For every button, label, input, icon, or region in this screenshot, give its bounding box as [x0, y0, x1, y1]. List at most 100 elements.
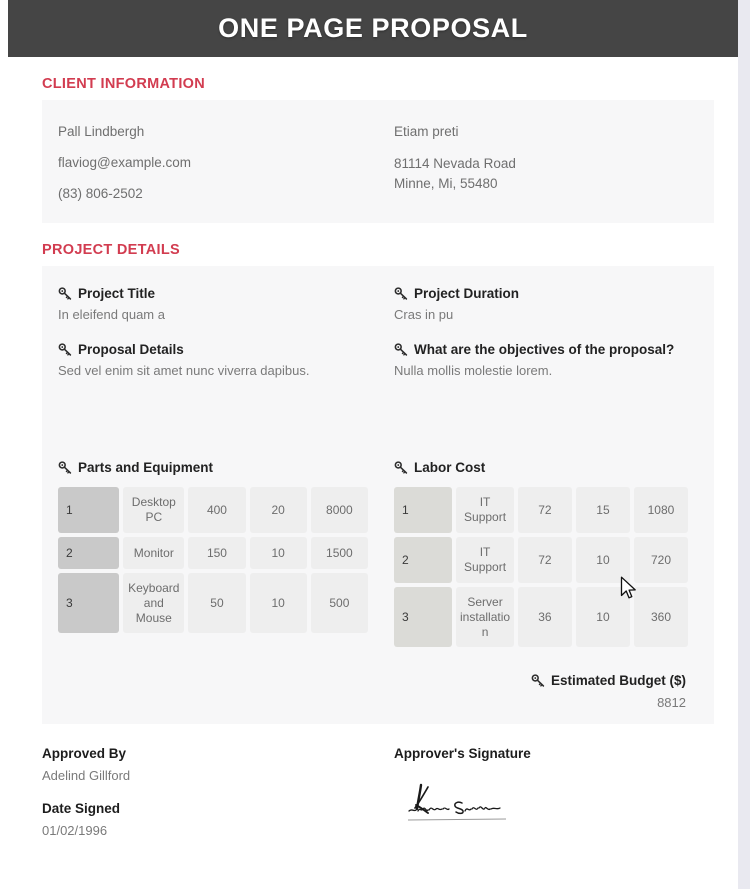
field-label: What are the objectives of the proposal?	[394, 342, 688, 357]
table-row[interactable]: 3 Keyboard and Mouse 50 10 500	[58, 573, 368, 633]
row-index[interactable]: 1	[58, 487, 120, 533]
row-item[interactable]: Desktop PC	[123, 487, 185, 533]
client-right-column: Etiam preti 81114 Nevada Road Minne, Mi,…	[378, 116, 698, 209]
table-row[interactable]: 2 Monitor 150 10 1500	[58, 537, 368, 569]
field-project-title: Project Title In eleifend quam a	[58, 286, 368, 322]
estimated-budget: Estimated Budget ($) 8812	[394, 673, 688, 710]
client-address-line1: 81114 Nevada Road	[394, 156, 516, 171]
project-details-heading: PROJECT DETAILS	[42, 242, 180, 258]
row-unit-price[interactable]: 400	[188, 487, 246, 533]
client-left-column: Pall Lindbergh flaviog@example.com (83) …	[58, 116, 378, 209]
field-value: In eleifend quam a	[58, 307, 165, 322]
client-name: Pall Lindbergh	[58, 124, 145, 139]
field-value: Nulla mollis molestie lorem.	[394, 363, 553, 378]
table-row[interactable]: 1 Desktop PC 400 20 8000	[58, 487, 368, 533]
field-label-text: Project Duration	[414, 286, 520, 301]
row-hours[interactable]: 10	[575, 537, 630, 583]
row-item[interactable]: IT Support	[456, 537, 514, 583]
field-label: Proposal Details	[58, 342, 368, 357]
client-address-line2: Minne, Mi, 55480	[394, 176, 498, 191]
client-phone: (83) 806-2502	[58, 186, 143, 201]
key-icon	[394, 342, 409, 357]
approved-by-label: Approved By	[42, 746, 127, 761]
page-title: ONE PAGE PROPOSAL	[218, 13, 528, 43]
date-signed-label: Date Signed	[42, 801, 121, 816]
labor-table: 1 IT Support 72 15 1080 2 IT Support 72 …	[394, 487, 688, 647]
key-icon	[531, 673, 546, 688]
row-total[interactable]: 8000	[310, 487, 368, 533]
row-rate[interactable]: 72	[517, 537, 572, 583]
labor-cost-block: Labor Cost 1 IT Support 72 15 1080 2 IT …	[378, 460, 698, 710]
field-value: Sed vel enim sit amet nunc viverra dapib…	[58, 363, 310, 378]
project-right-column: Project Duration Cras in pu What are the…	[378, 282, 698, 398]
estimated-budget-label-text: Estimated Budget ($)	[550, 673, 686, 688]
row-unit-price[interactable]: 50	[188, 573, 246, 633]
labor-table-title: Labor Cost	[394, 460, 688, 475]
key-icon	[394, 460, 409, 475]
key-icon	[58, 286, 73, 301]
table-row[interactable]: 2 IT Support 72 10 720	[394, 537, 688, 583]
row-hours[interactable]: 10	[575, 587, 630, 647]
key-icon	[394, 286, 409, 301]
row-item[interactable]: IT Support	[456, 487, 514, 533]
signature-column: Approver's Signature	[378, 746, 714, 856]
client-information-heading: CLIENT INFORMATION	[42, 76, 206, 92]
row-hours[interactable]: 15	[575, 487, 630, 533]
row-item[interactable]: Server installation	[456, 587, 514, 647]
field-label: Project Duration	[394, 286, 688, 301]
row-item[interactable]: Keyboard and Mouse	[123, 573, 185, 633]
row-total[interactable]: 360	[633, 587, 688, 647]
row-quantity[interactable]: 20	[249, 487, 307, 533]
field-proposal-details: Proposal Details Sed vel enim sit amet n…	[58, 342, 368, 378]
row-rate[interactable]: 72	[517, 487, 572, 533]
row-item[interactable]: Monitor	[123, 537, 185, 569]
row-index[interactable]: 3	[58, 573, 120, 633]
row-index[interactable]: 2	[58, 537, 120, 569]
row-total[interactable]: 1500	[310, 537, 368, 569]
parts-table: 1 Desktop PC 400 20 8000 2 Monitor 150 1…	[58, 487, 368, 633]
project-details-panel: Project Title In eleifend quam a Proposa…	[42, 266, 714, 724]
estimated-budget-value: 8812	[657, 695, 686, 710]
field-value: Cras in pu	[394, 307, 454, 322]
key-icon	[58, 460, 73, 475]
row-quantity[interactable]: 10	[249, 573, 307, 633]
estimated-budget-label: Estimated Budget ($)	[394, 673, 686, 688]
row-rate[interactable]: 36	[517, 587, 572, 647]
field-label-text: Proposal Details	[78, 342, 184, 357]
field-objectives: What are the objectives of the proposal?…	[394, 342, 688, 378]
row-total[interactable]: 500	[310, 573, 368, 633]
row-total[interactable]: 1080	[633, 487, 688, 533]
parts-and-equipment-block: Parts and Equipment 1 Desktop PC 400 20 …	[58, 460, 378, 710]
client-company: Etiam preti	[394, 124, 459, 139]
row-unit-price[interactable]: 150	[188, 537, 246, 569]
field-label: Project Title	[58, 286, 368, 301]
client-information-panel: Pall Lindbergh flaviog@example.com (83) …	[42, 100, 714, 223]
key-icon	[58, 342, 73, 357]
parts-table-title-text: Parts and Equipment	[78, 460, 214, 475]
row-index[interactable]: 1	[394, 487, 453, 533]
parts-table-title: Parts and Equipment	[58, 460, 368, 475]
proposal-page: ONE PAGE PROPOSAL CLIENT INFORMATION Pal…	[0, 0, 750, 889]
project-left-column: Project Title In eleifend quam a Proposa…	[58, 282, 378, 398]
row-quantity[interactable]: 10	[249, 537, 307, 569]
document-header: ONE PAGE PROPOSAL	[8, 0, 738, 57]
table-row[interactable]: 3 Server installation 36 10 360	[394, 587, 688, 647]
document-body: ONE PAGE PROPOSAL CLIENT INFORMATION Pal…	[8, 0, 738, 889]
row-total[interactable]: 720	[633, 537, 688, 583]
field-label-text: Project Title	[78, 286, 156, 301]
approval-column: Approved By Adelind Gillford Date Signed…	[42, 746, 378, 856]
labor-table-title-text: Labor Cost	[414, 460, 486, 475]
table-row[interactable]: 1 IT Support 72 15 1080	[394, 487, 688, 533]
signature-footer: Approved By Adelind Gillford Date Signed…	[8, 724, 738, 856]
signature-label: Approver's Signature	[394, 746, 531, 761]
client-email: flaviog@example.com	[58, 155, 192, 170]
scrollbar-track[interactable]	[738, 0, 750, 889]
field-label-text: What are the objectives of the proposal?	[414, 342, 675, 357]
row-index[interactable]: 2	[394, 537, 453, 583]
row-index[interactable]: 3	[394, 587, 453, 647]
field-project-duration: Project Duration Cras in pu	[394, 286, 688, 322]
approved-by-value: Adelind Gillford	[42, 768, 131, 783]
date-signed-value: 01/02/1996	[42, 823, 108, 838]
signature-image	[394, 781, 714, 831]
